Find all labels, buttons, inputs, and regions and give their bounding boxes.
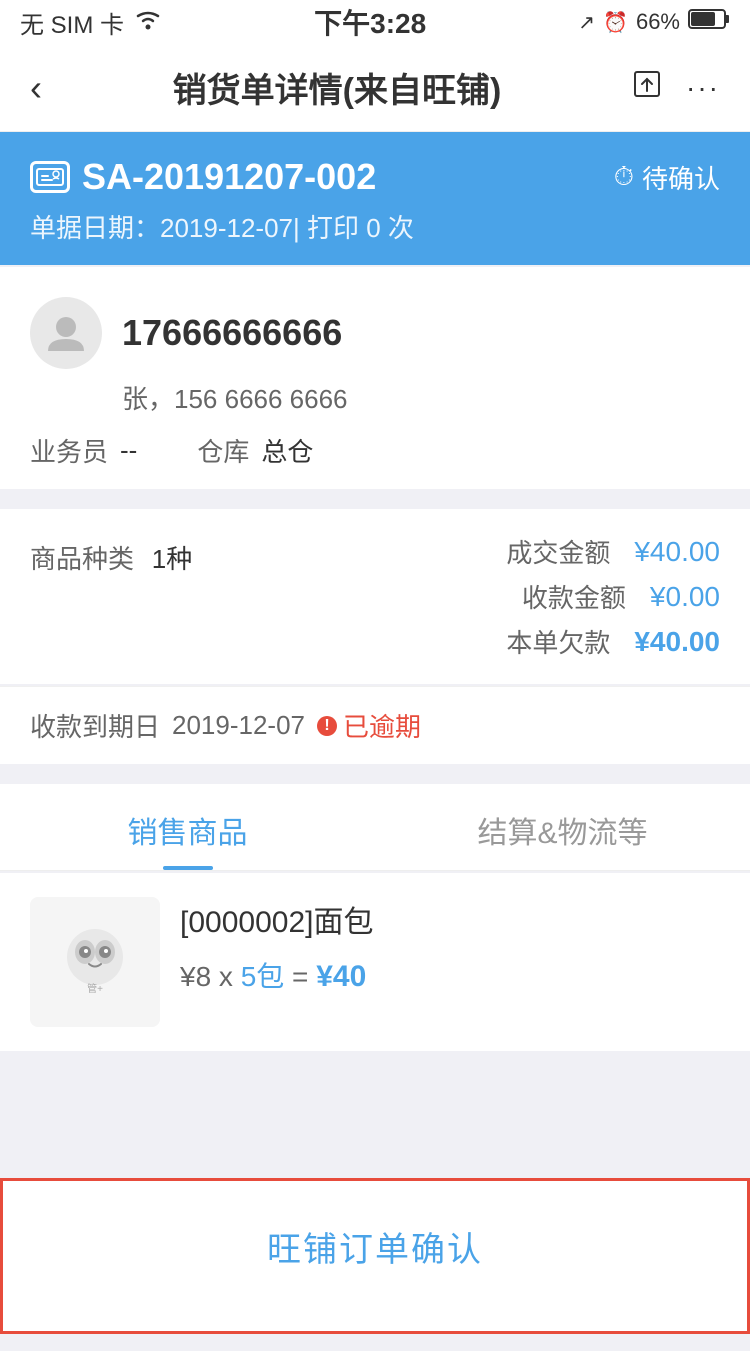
battery-icon [688,8,730,36]
amount-item: 成交金额 ¥40.00 [506,533,720,570]
gps-icon: ↗ [578,10,595,35]
more-icon[interactable]: ··· [686,72,720,104]
customer-row: 17666666666 [30,297,720,369]
confirm-order-button[interactable]: 旺铺订单确认 [33,1201,717,1291]
product-section: 管+ [0000002]面包 ¥8 x 5包 = ¥40 [0,873,750,1051]
product-qty: 5包 [241,961,285,992]
order-header-top: SA-20191207-002 ⏱ 待确认 [30,156,720,198]
product-total: ¥40 [316,960,366,993]
order-status: ⏱ 待确认 [614,159,720,196]
overdue-badge: ! 已逾期 [317,707,421,744]
svg-text:管+: 管+ [87,982,103,995]
product-info: [0000002]面包 ¥8 x 5包 = ¥40 [180,897,720,995]
back-button[interactable]: ‹ [30,67,42,109]
alarm-icon: ⏰ [603,10,628,35]
divider-1 [0,489,750,509]
share-icon[interactable] [632,69,662,106]
sales-meta: 业务员 -- [30,432,137,469]
nav-bar: ‹ 销货单详情(来自旺铺) ··· [0,44,750,132]
balance-label: 本单欠款 [506,623,610,660]
product-type-value: 1种 [152,544,192,574]
sales-value: -- [120,435,137,466]
summary-right: 成交金额 ¥40.00 收款金额 ¥0.00 本单欠款 ¥40.00 [506,533,720,660]
page-title: 销货单详情(来自旺铺) [173,63,502,112]
duedate-label: 收款到期日 [30,707,160,744]
warehouse-meta: 仓库 总仓 [197,432,313,469]
warehouse-value: 总仓 [261,432,313,469]
status-clock-icon: ⏱ [614,161,634,193]
tab-bar: 销售商品 结算&物流等 [0,784,750,871]
product-image: 管+ [30,897,160,1027]
order-header: SA-20191207-002 ⏱ 待确认 单据日期：2019-12-07| 打… [0,132,750,265]
amount-label: 成交金额 [506,533,610,570]
customer-section: 17666666666 张，156 6666 6666 业务员 -- 仓库 总仓 [0,267,750,489]
amount-value: ¥40.00 [634,536,720,568]
customer-phone: 17666666666 [122,312,342,354]
tab-settlement[interactable]: 结算&物流等 [375,784,750,870]
product-price: ¥8 x 5包 = ¥40 [180,955,720,995]
tab-products[interactable]: 销售商品 [0,784,375,870]
warehouse-label: 仓库 [197,432,249,469]
summary-row: 商品种类 1种 成交金额 ¥40.00 收款金额 ¥0.00 本单欠款 ¥40.… [30,533,720,660]
summary-left: 商品种类 1种 [30,533,192,576]
balance-item: 本单欠款 ¥40.00 [506,623,720,660]
nav-actions: ··· [632,69,720,106]
order-status-text: 待确认 [642,159,720,196]
status-bar: 无 SIM 卡 下午3:28 ↗ ⏰ 66% [0,0,750,44]
avatar [30,297,102,369]
status-left: 无 SIM 卡 [20,5,162,40]
order-id: SA-20191207-002 [30,156,376,198]
overdue-icon: ! [317,716,337,736]
product-type-label: 商品种类 [30,544,134,574]
customer-name: 张，156 6666 6666 [30,379,720,416]
status-right: ↗ ⏰ 66% [578,8,730,36]
price-label: ¥8 x [180,961,241,992]
no-sim-text: 无 SIM 卡 [20,5,124,40]
wifi-icon [134,8,162,37]
equals-sign: = [284,961,316,992]
receipt-item: 收款金额 ¥0.00 [522,578,720,615]
confirm-button-wrapper: 旺铺订单确认 [0,1178,750,1334]
duedate-section: 收款到期日 2019-12-07 ! 已逾期 [0,686,750,764]
status-time: 下午3:28 [314,2,426,42]
receipt-label: 收款金额 [522,578,626,615]
duedate-value: 2019-12-07 [172,710,305,741]
order-date: 单据日期：2019-12-07| 打印 0 次 [30,208,720,245]
receipt-value: ¥0.00 [650,581,720,613]
product-name: [0000002]面包 [180,897,720,941]
balance-value: ¥40.00 [634,626,720,658]
order-id-icon [30,161,70,193]
sales-label: 业务员 [30,432,108,469]
order-id-text: SA-20191207-002 [82,156,376,198]
customer-meta: 业务员 -- 仓库 总仓 [30,432,720,469]
overdue-text: 已逾期 [343,707,421,744]
summary-section: 商品种类 1种 成交金额 ¥40.00 收款金额 ¥0.00 本单欠款 ¥40.… [0,509,750,684]
battery-text: 66% [636,9,680,35]
